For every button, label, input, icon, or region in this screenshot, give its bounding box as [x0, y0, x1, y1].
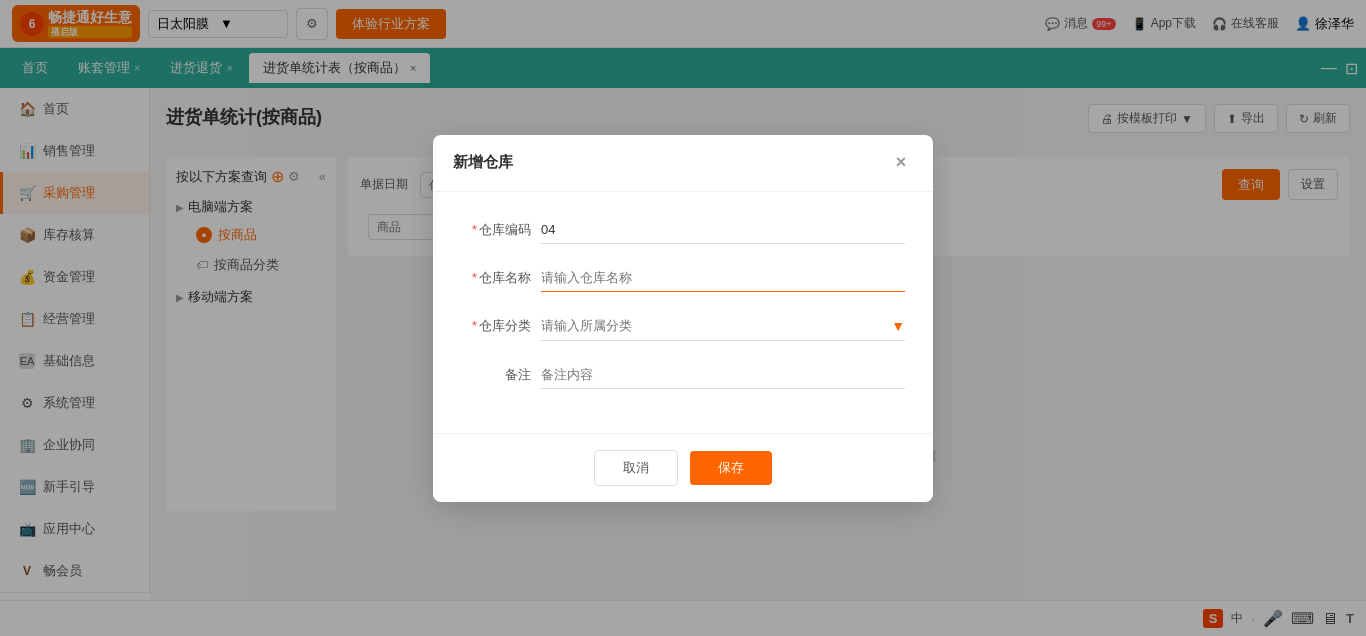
category-dropdown-icon: ▼: [891, 318, 905, 334]
warehouse-category-select-wrapper[interactable]: ▼: [541, 312, 905, 341]
note-row: 备注: [461, 361, 905, 389]
warehouse-name-label: 仓库名称: [461, 269, 541, 287]
warehouse-code-row: 仓库编码: [461, 216, 905, 244]
warehouse-category-input[interactable]: [541, 318, 891, 333]
warehouse-category-label: 仓库分类: [461, 317, 541, 335]
warehouse-category-row: 仓库分类 ▼: [461, 312, 905, 341]
note-label: 备注: [461, 366, 541, 384]
modal-title: 新增仓库: [453, 153, 513, 172]
save-button[interactable]: 保存: [690, 451, 772, 485]
warehouse-code-input[interactable]: [541, 216, 905, 244]
note-input[interactable]: [541, 361, 905, 389]
modal-close-button[interactable]: ×: [889, 151, 913, 175]
modal-body: 仓库编码 仓库名称 仓库分类 ▼ 备注: [433, 192, 933, 433]
new-warehouse-modal: 新增仓库 × 仓库编码 仓库名称 仓库分类 ▼: [433, 135, 933, 502]
warehouse-code-label: 仓库编码: [461, 221, 541, 239]
modal-overlay: 新增仓库 × 仓库编码 仓库名称 仓库分类 ▼: [0, 0, 1366, 636]
modal-footer: 取消 保存: [433, 433, 933, 502]
warehouse-name-input[interactable]: [541, 264, 905, 292]
warehouse-name-row: 仓库名称: [461, 264, 905, 292]
cancel-button[interactable]: 取消: [594, 450, 678, 486]
modal-header: 新增仓库 ×: [433, 135, 933, 192]
